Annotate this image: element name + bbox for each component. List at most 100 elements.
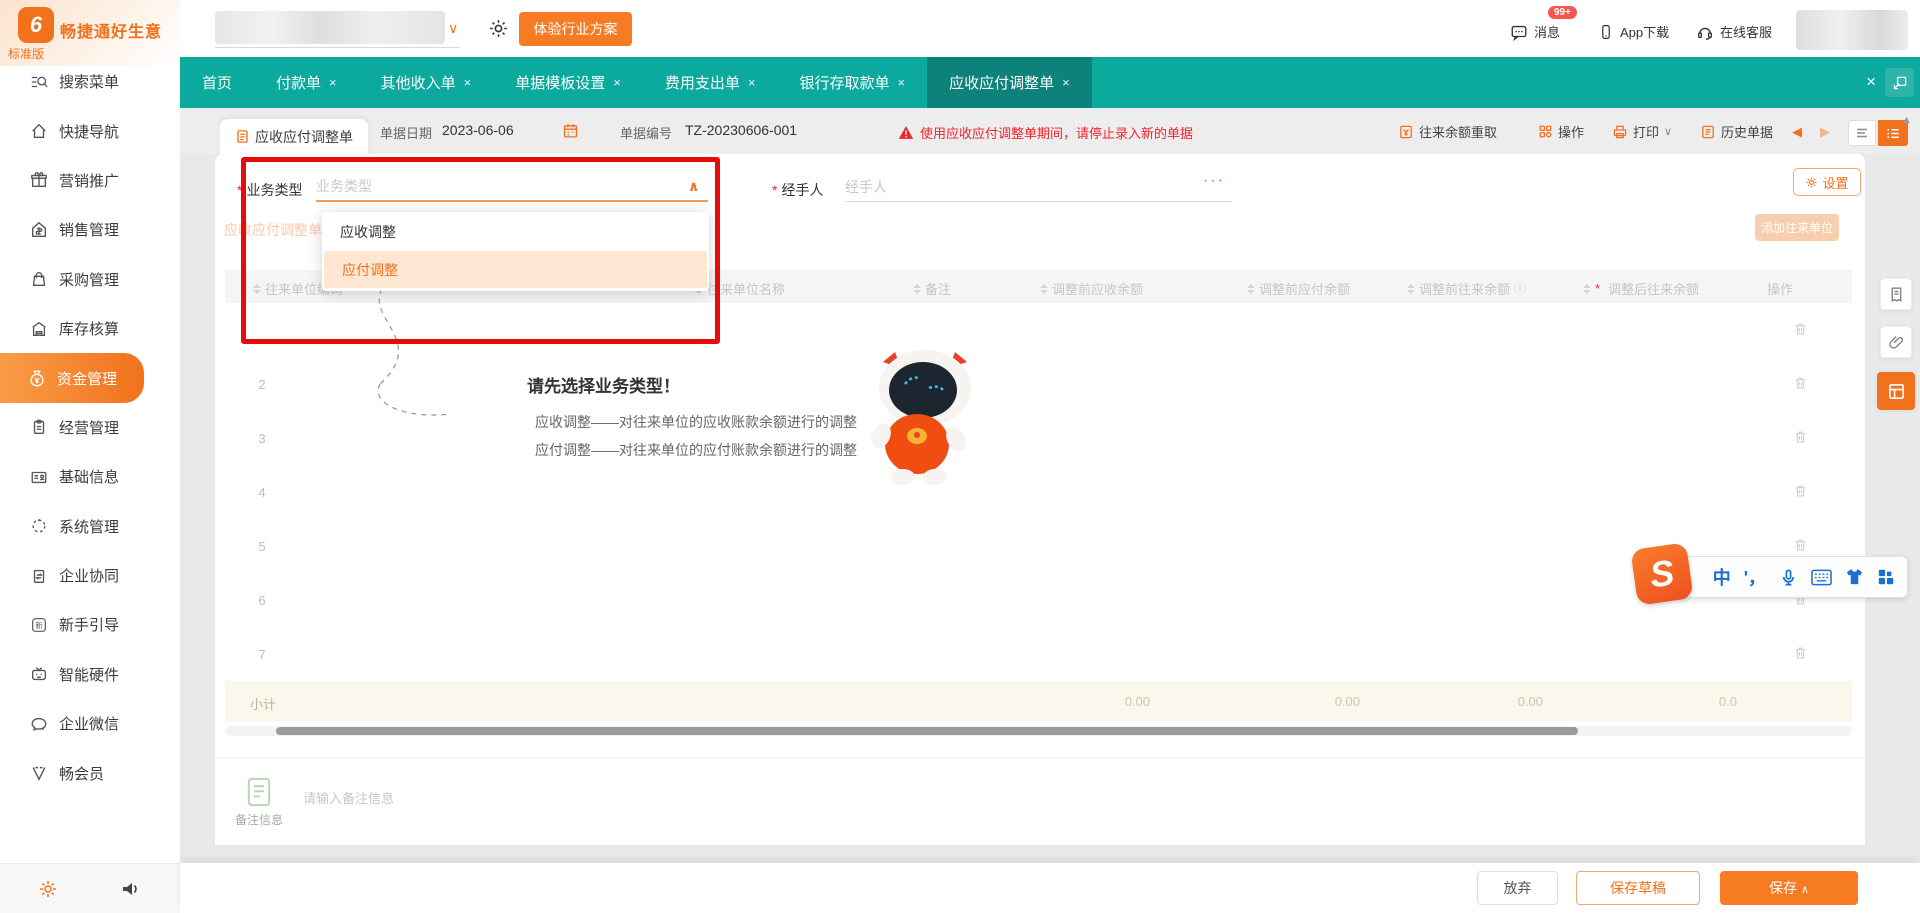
keyboard-icon[interactable] [1811,569,1832,586]
sidebar-item-collaboration[interactable]: 企业协同 [0,551,180,600]
scrollbar-up-icon[interactable]: ▲ [1901,114,1912,126]
messages-button[interactable]: 消息 [1510,22,1560,41]
table-row: 3 [225,411,1852,465]
ime-punctuation[interactable]: '， [1744,564,1766,590]
try-industry-button[interactable]: 体验行业方案 [519,12,632,46]
biztype-input[interactable] [316,172,708,202]
float-receipt-button[interactable] [1880,278,1912,310]
close-icon[interactable]: × [464,75,472,90]
table-row: 2 [225,357,1852,411]
prev-doc-icon[interactable]: ◀ [1792,124,1802,140]
next-doc-icon[interactable]: ▶ [1820,124,1830,140]
document-form: 应收应付调整单明细 添加往来单位 往来单位编码 往来单位名称 备注 调整前应收余… [215,154,1865,845]
dropdown-option-receivable[interactable]: 应收调整 [322,212,709,251]
chevron-down-icon[interactable]: ∨ [448,20,458,37]
sidebar-item-marketing[interactable]: 营销推广 [0,156,180,205]
column-header-remark[interactable]: 备注 [913,279,951,298]
sidebar-item-quick-nav[interactable]: 快捷导航 [0,106,180,155]
sort-icon[interactable] [253,283,261,294]
sidebar-item-purchase[interactable]: 采购管理 [0,255,180,304]
handler-input[interactable] [845,172,1232,202]
sort-icon[interactable] [1583,283,1591,294]
sidebar-item-system[interactable]: 系统管理 [0,502,180,551]
close-icon[interactable]: × [1866,72,1876,92]
delete-row-icon[interactable] [1793,537,1808,553]
skin-shirt-icon[interactable] [1845,568,1864,586]
delete-row-icon[interactable] [1793,483,1808,499]
ime-chinese-mode[interactable]: 中 [1713,564,1731,590]
tab-ar-ap-adjust[interactable]: 应收应付调整单 × [927,57,1092,108]
sidebar-item-member[interactable]: 畅会员 [0,748,180,797]
microphone-icon[interactable] [1779,568,1798,587]
delete-row-icon[interactable] [1793,375,1808,391]
balance-refetch-button[interactable]: 往来余额重取 [1398,122,1497,141]
operate-button[interactable]: 操作 [1538,122,1584,141]
add-unit-button[interactable]: 添加往来单位 [1755,214,1839,241]
close-icon[interactable]: × [613,75,621,90]
expand-icon[interactable] [1885,68,1914,97]
subtotal-pre-balance: 0.00 [1517,694,1543,709]
sidebar-item-sales[interactable]: 销售管理 [0,205,180,254]
more-ellipsis-icon[interactable]: ··· [1203,172,1225,190]
collaboration-icon [30,567,48,585]
tab-expense[interactable]: 费用支出单 × [643,57,778,108]
settings-gear-icon[interactable] [38,879,58,899]
gear-icon[interactable] [488,18,509,39]
close-icon[interactable]: × [1062,75,1070,90]
sort-icon[interactable] [913,283,921,294]
chevron-down-icon[interactable]: ∨ [1664,125,1672,138]
toolbox-grid-icon[interactable] [1877,568,1895,586]
column-header-pre-payable[interactable]: 调整前应付余额 [1247,279,1350,298]
delete-row-icon[interactable] [1793,645,1808,661]
sidebar-item-base-info[interactable]: 基础信息 [0,452,180,501]
close-icon[interactable]: × [748,75,756,90]
app-download-button[interactable]: App下载 [1598,22,1669,41]
sort-icon[interactable] [1407,283,1415,294]
column-header-pre-receivable[interactable]: 调整前应收余额 [1040,279,1143,298]
tab-other-income[interactable]: 其他收入单 × [359,57,494,108]
list-view-toggle[interactable] [1848,120,1876,146]
delete-row-icon[interactable] [1793,429,1808,445]
sidebar-item-newbie-guide[interactable]: 新 新手引导 [0,600,180,649]
float-panel-button[interactable] [1877,372,1915,410]
discard-button[interactable]: 放弃 [1477,871,1558,905]
sidebar-item-wecom[interactable]: 企业微信 [0,699,180,748]
horizontal-scrollbar-thumb[interactable] [276,727,1578,735]
remark-section: 备注信息 [233,776,285,828]
tabbar: 首页 付款单 × 其他收入单 × 单据模板设置 × 费用支出单 × 银行存取款单 × 应收… [180,57,1920,108]
company-selector[interactable] [215,11,445,44]
save-draft-button[interactable]: 保存草稿 [1576,871,1700,905]
delete-row-icon[interactable] [1793,321,1808,337]
warehouse-icon [30,320,48,338]
tab-template-settings[interactable]: 单据模板设置 × [493,57,643,108]
calendar-icon[interactable] [562,122,579,139]
float-attachment-button[interactable] [1880,326,1912,358]
date-value[interactable]: 2023-06-06 [442,122,514,138]
sort-icon[interactable] [1247,283,1255,294]
column-header-post-balance[interactable]: * 调整后往来余额 [1583,279,1699,298]
column-header-pre-balance[interactable]: 调整前往来余额 ⓘ [1407,279,1526,298]
volume-icon[interactable] [120,879,142,899]
sort-icon[interactable] [1040,283,1048,294]
clipboard-icon [30,418,48,436]
save-button[interactable]: 保存 ∧ [1720,871,1858,905]
tab-home[interactable]: 首页 [180,57,254,108]
close-icon[interactable]: × [897,75,905,90]
sidebar-item-inventory[interactable]: 库存核算 [0,304,180,353]
sidebar-item-smart-hardware[interactable]: 智能硬件 [0,650,180,699]
chevron-up-icon[interactable]: ∧ [688,178,699,195]
history-button[interactable]: 历史单据 [1700,122,1773,141]
dropdown-option-payable[interactable]: 应付调整 [324,251,707,288]
sogou-logo-icon[interactable]: S [1630,542,1694,606]
remark-input[interactable] [303,788,1803,836]
print-button[interactable]: 打印 ∨ [1612,122,1672,141]
sidebar-item-search-menu[interactable]: 搜索菜单 [0,57,180,106]
sidebar-item-operations[interactable]: 经营管理 [0,403,180,452]
close-icon[interactable]: × [329,75,337,90]
tab-payment[interactable]: 付款单 × [254,57,359,108]
tab-bank-deposit[interactable]: 银行存取款单 × [777,57,927,108]
settings-button[interactable]: 设置 [1793,168,1861,196]
online-support-button[interactable]: 在线客服 [1696,22,1772,41]
document-title-card[interactable]: 应收应付调整单 [220,119,368,154]
sidebar-item-funds[interactable]: 资金管理 [0,353,144,403]
